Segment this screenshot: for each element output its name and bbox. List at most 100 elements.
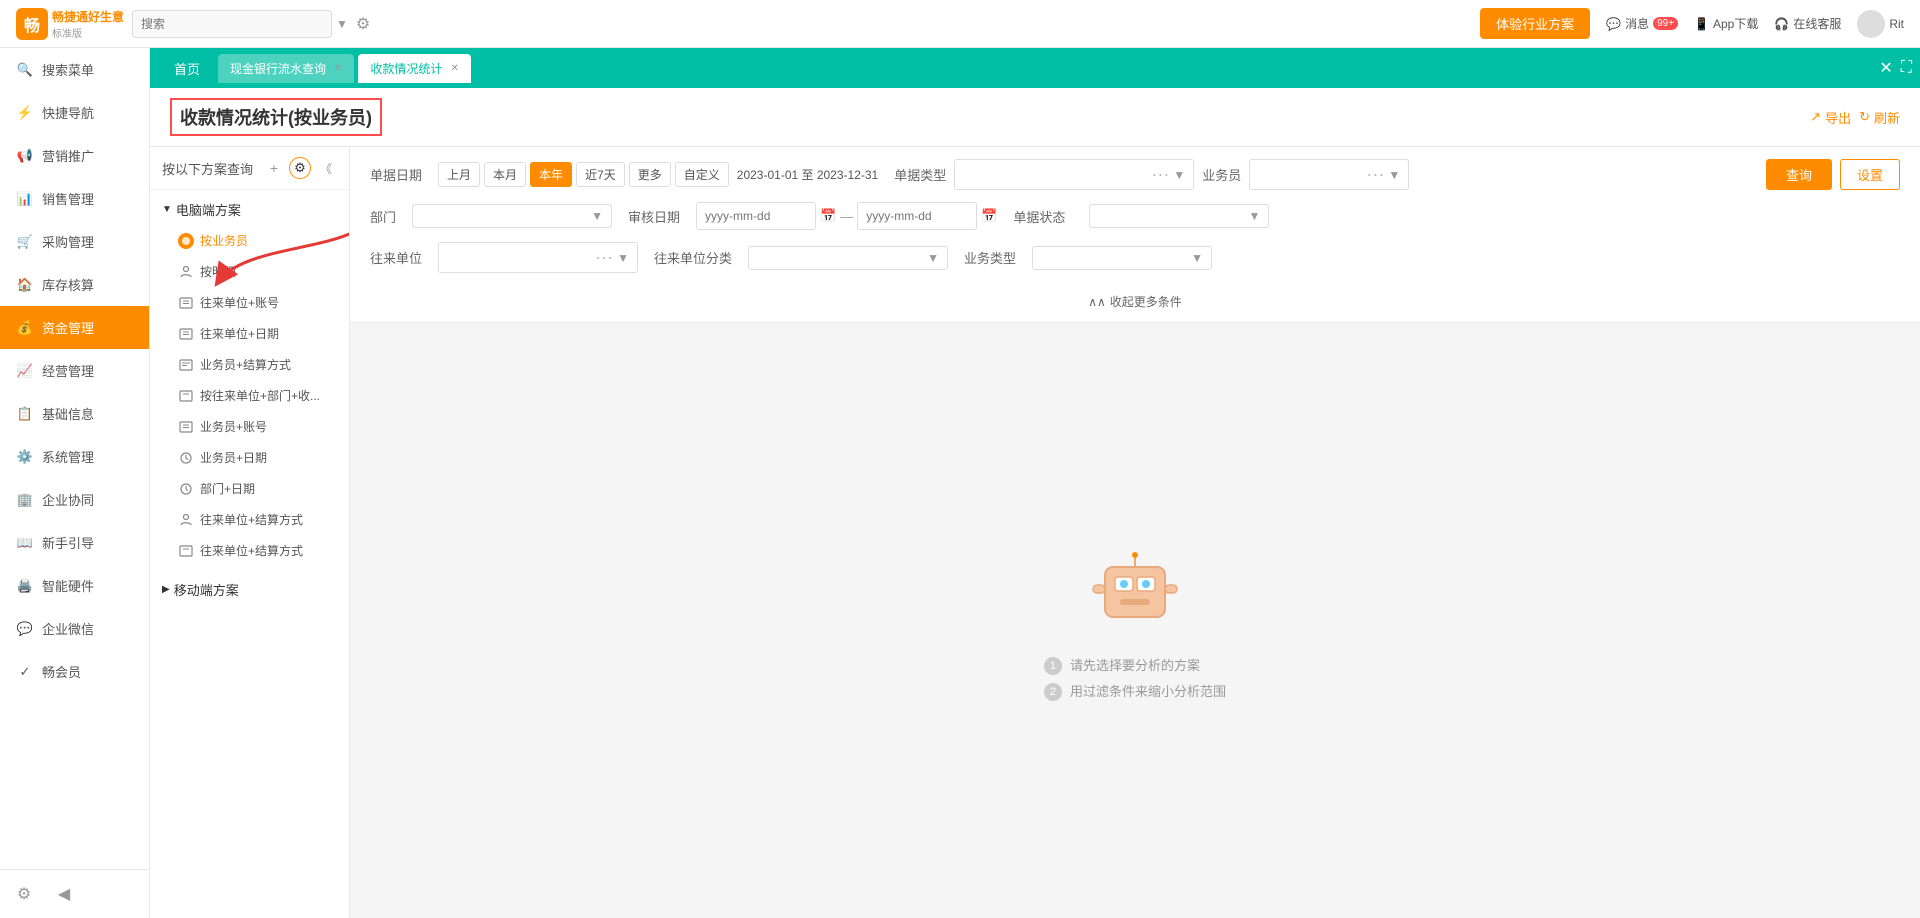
dept-select[interactable]: ▼ bbox=[412, 204, 612, 228]
tab-bank-flow[interactable]: 现金银行流水查询 ✕ bbox=[218, 54, 354, 83]
scheme-item-by-detail[interactable]: 按明细 bbox=[150, 256, 349, 287]
scheme-item-dept-date[interactable]: 部门+日期 bbox=[150, 473, 349, 504]
refresh-btn[interactable]: ↻ 刷新 bbox=[1859, 108, 1900, 127]
salesperson-more[interactable]: ··· bbox=[1366, 164, 1384, 185]
counterpart-select[interactable]: ··· ▼ bbox=[438, 242, 638, 273]
set-btn[interactable]: 设置 bbox=[1840, 159, 1900, 190]
tab-maximize-btn[interactable]: ⛶ bbox=[1901, 58, 1912, 78]
date-btn-this-year[interactable]: 本年 bbox=[530, 162, 572, 187]
tab-home[interactable]: 首页 bbox=[158, 51, 216, 86]
date-btn-last-7[interactable]: 近7天 bbox=[576, 162, 625, 187]
export-icon: ↗ bbox=[1810, 109, 1821, 125]
sidebar-item-sales[interactable]: 📊 销售管理 bbox=[0, 177, 149, 220]
sidebar-item-beginner[interactable]: 📖 新手引导 bbox=[0, 521, 149, 564]
collapse-panel-btn[interactable]: 《 bbox=[315, 157, 337, 179]
sidebar-item-marketing[interactable]: 📢 营销推广 bbox=[0, 134, 149, 177]
filter-area: 单据日期 上月 本月 本年 近7天 更多 自定义 2023-01-01 至 20… bbox=[350, 147, 1920, 323]
finance-icon: 💰 bbox=[16, 319, 34, 337]
scheme-item-counterpart-settlement2[interactable]: 往来单位+结算方式 bbox=[150, 535, 349, 566]
right-panel: 单据日期 上月 本月 本年 近7天 更多 自定义 2023-01-01 至 20… bbox=[350, 147, 1920, 918]
voucher-type-more[interactable]: ··· bbox=[1151, 164, 1169, 185]
collapse-icon: ∧∧ bbox=[1088, 295, 1106, 309]
search-input[interactable] bbox=[132, 10, 332, 38]
scheme-group-pc: ▼ 电脑端方案 按业务员 按明细 bbox=[150, 190, 349, 570]
page-actions: ↗ 导出 ↻ 刷新 bbox=[1810, 108, 1900, 127]
online-service-item[interactable]: 🎧 在线客服 bbox=[1774, 15, 1841, 32]
date-btn-custom[interactable]: 自定义 bbox=[675, 162, 729, 187]
dropdown-arrow-icon[interactable]: ▼ bbox=[336, 17, 348, 31]
scheme-item-counterpart-account[interactable]: 往来单位+账号 bbox=[150, 287, 349, 318]
scheme-item-salesperson-settlement[interactable]: 业务员+结算方式 bbox=[150, 349, 349, 380]
calendar-icon-start[interactable]: 📅 bbox=[820, 208, 836, 224]
export-btn[interactable]: ↗ 导出 bbox=[1810, 108, 1851, 127]
sidebar-item-search-menu[interactable]: 🔍 搜索菜单 bbox=[0, 48, 149, 91]
left-panel: 按以下方案查询 + ⚙ 《 ▼ 电脑端方案 bbox=[150, 147, 350, 918]
label-review-date: 审核日期 bbox=[628, 207, 680, 226]
counterpart-category-arrow: ▼ bbox=[927, 251, 939, 265]
tip-item-2: 2 用过滤条件来缩小分析范围 bbox=[1044, 679, 1226, 705]
date-btn-last-month[interactable]: 上月 bbox=[438, 162, 480, 187]
beginner-icon: 📖 bbox=[16, 534, 34, 552]
counterpart-category-select[interactable]: ▼ bbox=[748, 246, 948, 270]
date-btn-this-month[interactable]: 本月 bbox=[484, 162, 526, 187]
trial-btn[interactable]: 体验行业方案 bbox=[1480, 8, 1590, 39]
filter-action-buttons: 查询 设置 bbox=[1766, 159, 1900, 190]
calendar-icon-end[interactable]: 📅 bbox=[981, 208, 997, 224]
gear-settings-icon[interactable]: ⚙ bbox=[356, 14, 370, 34]
content-area: 首页 现金银行流水查询 ✕ 收款情况统计 ✕ ✕ ⛶ 收款情况统计(按业务员) … bbox=[150, 48, 1920, 918]
logo-area: 畅 畅捷通好生意 标准版 bbox=[16, 8, 124, 40]
sidebar-settings-btn[interactable]: ⚙ bbox=[8, 878, 40, 910]
message-item[interactable]: 💬 消息 99+ bbox=[1606, 15, 1678, 32]
tab-close-all-btn[interactable]: ✕ bbox=[1879, 58, 1892, 78]
scheme-group-mobile-header[interactable]: ▶ 移动端方案 bbox=[150, 574, 349, 605]
sidebar-collapse-btn[interactable]: ◀ bbox=[48, 878, 80, 910]
collapse-filter-btn[interactable]: ∧∧ 收起更多条件 bbox=[1088, 293, 1182, 310]
top-bar: 畅 畅捷通好生意 标准版 ▼ ⚙ 体验行业方案 💬 消息 99+ 📱 App下载… bbox=[0, 0, 1920, 48]
sidebar-item-inventory[interactable]: 🏠 库存核算 bbox=[0, 263, 149, 306]
message-icon: 💬 bbox=[1606, 17, 1621, 31]
sidebar-item-smart-hw[interactable]: 🖨️ 智能硬件 bbox=[0, 564, 149, 607]
sidebar-item-corp-wechat[interactable]: 💬 企业微信 bbox=[0, 607, 149, 650]
salesperson-select[interactable]: ··· ▼ bbox=[1249, 159, 1409, 190]
tab-close-collect-stats[interactable]: ✕ bbox=[450, 63, 458, 74]
voucher-status-select[interactable]: ▼ bbox=[1089, 204, 1269, 228]
label-voucher-date: 单据日期 bbox=[370, 165, 422, 184]
gear-scheme-btn[interactable]: ⚙ bbox=[289, 157, 311, 179]
scheme-group-pc-header[interactable]: ▼ 电脑端方案 bbox=[150, 194, 349, 225]
counterpart-settlement1-icon bbox=[178, 512, 194, 528]
date-btn-more[interactable]: 更多 bbox=[629, 162, 671, 187]
sidebar-item-corp-collab[interactable]: 🏢 企业协同 bbox=[0, 478, 149, 521]
scheme-item-counterpart-date[interactable]: 往来单位+日期 bbox=[150, 318, 349, 349]
biz-type-select[interactable]: ▼ bbox=[1032, 246, 1212, 270]
sidebar-item-quick-nav[interactable]: ⚡ 快捷导航 bbox=[0, 91, 149, 134]
label-counterpart-category: 往来单位分类 bbox=[654, 248, 732, 267]
sidebar-item-operations[interactable]: 📈 经营管理 bbox=[0, 349, 149, 392]
flash-icon: ⚡ bbox=[16, 104, 34, 122]
sidebar-item-basic-info[interactable]: 📋 基础信息 bbox=[0, 392, 149, 435]
counterpart-more[interactable]: ··· bbox=[595, 247, 613, 268]
user-item[interactable]: Rit bbox=[1857, 10, 1904, 38]
tab-close-bank-flow[interactable]: ✕ bbox=[334, 63, 342, 74]
marketing-icon: 📢 bbox=[16, 147, 34, 165]
scheme-item-counterpart-settlement1[interactable]: 往来单位+结算方式 bbox=[150, 504, 349, 535]
tab-bar-actions: ✕ ⛶ bbox=[1879, 58, 1912, 78]
voucher-type-select[interactable]: ··· ▼ bbox=[954, 159, 1194, 190]
review-date-end[interactable] bbox=[857, 202, 977, 230]
label-dept: 部门 bbox=[370, 207, 396, 226]
scheme-item-by-salesperson[interactable]: 按业务员 bbox=[150, 225, 349, 256]
sidebar-item-finance[interactable]: 💰 资金管理 bbox=[0, 306, 149, 349]
sidebar-item-member[interactable]: ✓ 畅会员 bbox=[0, 650, 149, 693]
sidebar-item-purchase[interactable]: 🛒 采购管理 bbox=[0, 220, 149, 263]
scheme-item-salesperson-account[interactable]: 业务员+账号 bbox=[150, 411, 349, 442]
tip-num-1: 1 bbox=[1044, 657, 1062, 675]
query-btn[interactable]: 查询 bbox=[1766, 159, 1832, 190]
tab-collect-stats[interactable]: 收款情况统计 ✕ bbox=[358, 54, 470, 83]
sidebar-item-system[interactable]: ⚙️ 系统管理 bbox=[0, 435, 149, 478]
by-detail-icon bbox=[178, 264, 194, 280]
salesperson-account-icon bbox=[178, 419, 194, 435]
scheme-item-salesperson-date[interactable]: 业务员+日期 bbox=[150, 442, 349, 473]
scheme-item-counterpart-dept-collect[interactable]: 按往来单位+部门+收... bbox=[150, 380, 349, 411]
add-scheme-btn[interactable]: + bbox=[263, 157, 285, 179]
review-date-start[interactable] bbox=[696, 202, 816, 230]
app-download-item[interactable]: 📱 App下载 bbox=[1694, 15, 1758, 32]
